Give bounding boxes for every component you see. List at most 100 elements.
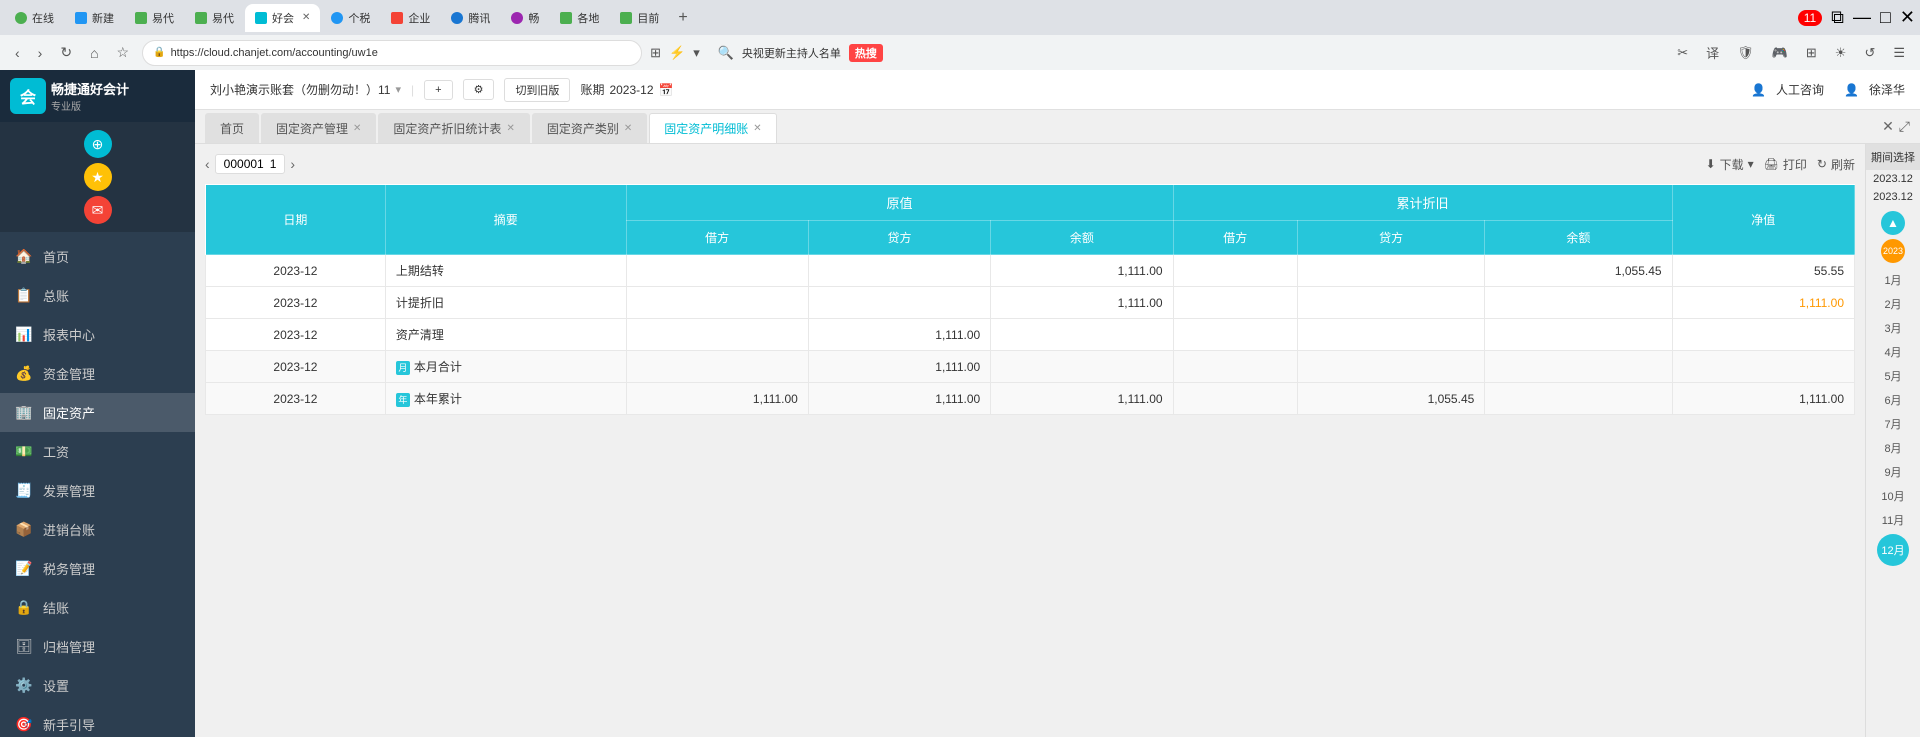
period-month-7[interactable]: 7月 [1866,412,1920,436]
tab-collapse-btn[interactable]: ✕ [1882,118,1894,135]
browser-tab-qiye[interactable]: 企业 [381,4,440,32]
sidebar-item-settings[interactable]: ⚙️ 设置 [0,666,195,705]
support-text[interactable]: 人工咨询 [1776,81,1824,98]
bookmark-button[interactable]: ☆ [112,42,135,63]
tab-detail-ledger[interactable]: 固定资产明细账 ✕ [649,113,776,143]
sidebar-item-tax[interactable]: 📝 税务管理 [0,549,195,588]
brightness-icon[interactable]: ☀ [1830,43,1852,63]
dropdown-arrow[interactable]: ▾ [395,83,401,96]
sidebar-label-settings: 设置 [43,676,69,695]
browser-tab-muqian[interactable]: 目前 [610,4,669,32]
home-button[interactable]: ⌂ [85,43,103,63]
tab-detail-ledger-close[interactable]: ✕ [753,123,761,134]
period-selector: 账期 2023-12 📅 [580,81,673,98]
add-account-btn[interactable]: + [424,80,452,100]
tab-category[interactable]: 固定资产类别 ✕ [532,113,647,143]
menu-icon[interactable]: ☰ [1888,43,1910,63]
sidebar-item-archive[interactable]: 🗄 归档管理 [0,627,195,666]
year-tag-btn[interactable]: 2023 [1881,239,1905,263]
sidebar-item-salary[interactable]: 💵 工资 [0,432,195,471]
browser-tab-tengxun[interactable]: 腾讯 [441,4,500,32]
period-month-1[interactable]: 1月 [1866,268,1920,292]
sidebar-item-fund[interactable]: 💰 资金管理 [0,354,195,393]
settings-btn[interactable]: ⚙ [463,79,495,100]
ledger-icon: 📋 [15,287,33,305]
sidebar-item-close-period[interactable]: 🔒 结账 [0,588,195,627]
tab-expand-btn[interactable]: ⤢ [1899,118,1910,135]
history-icon[interactable]: ↺ [1859,43,1880,63]
pager-page: 1 [270,157,277,171]
switch-version-btn[interactable]: 切到旧版 [504,78,570,102]
col-orig-debit-header: 借方 [626,221,808,255]
sidebar-item-invoice[interactable]: 🧾 发票管理 [0,471,195,510]
maximize-btn[interactable]: □ [1880,7,1891,28]
browser-tab-yidai2[interactable]: 易代 [185,4,244,32]
cell-orig-balance [991,319,1173,351]
scroll-up-btn[interactable]: ▲ [1881,211,1905,235]
extensions-icon[interactable]: ⊞ [650,45,661,61]
browser-tab-yidai1[interactable]: 易代 [125,4,184,32]
period-month-8[interactable]: 8月 [1866,436,1920,460]
dropdown-icon[interactable]: ▾ [693,45,700,61]
quick-action-home[interactable]: ⊕ [84,130,112,158]
tab-depreciation[interactable]: 固定资产折旧统计表 ✕ [378,113,529,143]
hot-search-badge[interactable]: 热搜 [849,44,883,62]
browser-tab-active[interactable]: 好会 ✕ [245,4,320,32]
search-area: 🔍 央视更新主持人名单 热搜 [718,44,883,62]
sidebar-item-home[interactable]: 🏠 首页 [0,237,195,276]
tab-fixed-mgmt[interactable]: 固定资产管理 ✕ [261,113,376,143]
period-month-6[interactable]: 6月 [1866,388,1920,412]
scissors-icon[interactable]: ✂ [1672,43,1693,63]
browser-tab-gedi[interactable]: 各地 [550,4,609,32]
tab-fixed-mgmt-close[interactable]: ✕ [353,123,361,134]
grid-icon[interactable]: ⊞ [1801,43,1822,63]
period-year2[interactable]: 2023.12 [1866,188,1920,206]
restore-btn[interactable]: ⧉ [1831,7,1844,28]
back-button[interactable]: ‹ [10,43,25,63]
forward-button[interactable]: › [33,43,48,63]
quick-action-mail[interactable]: ✉ [84,196,112,224]
gamepad-icon[interactable]: 🎮 [1767,43,1793,63]
main-content-wrapper: 刘小艳演示账套（勿删勿动！）11 ▾ | + ⚙ 切到旧版 账期 2023-12… [195,70,1920,737]
close-window-btn[interactable]: ✕ [1900,7,1915,28]
download-btn[interactable]: ⬇ 下载 ▾ [1706,156,1754,173]
translate-icon[interactable]: 译 [1701,41,1724,64]
sidebar-label-guide: 新手引导 [43,715,95,734]
sidebar-label-home: 首页 [43,247,69,266]
sidebar-item-guide[interactable]: 🎯 新手引导 [0,705,195,737]
prev-page-btn[interactable]: ‹ [205,156,210,172]
period-year1[interactable]: 2023.12 [1866,170,1920,188]
lightning-icon[interactable]: ⚡ [669,45,685,61]
browser-tab-close[interactable]: ✕ [302,12,310,23]
sidebar-item-reports[interactable]: 📊 报表中心 [0,315,195,354]
tab-depreciation-close[interactable]: ✕ [506,123,514,134]
period-month-4[interactable]: 4月 [1866,340,1920,364]
period-month-9[interactable]: 9月 [1866,460,1920,484]
print-btn[interactable]: 🖨 打印 [1764,156,1807,173]
period-label: 账期 [580,81,604,98]
quick-action-star[interactable]: ★ [84,163,112,191]
period-month-10[interactable]: 10月 [1866,484,1920,508]
period-month-12[interactable]: 12月 [1877,534,1909,566]
browser-tab-geshui[interactable]: 个税 [321,4,380,32]
browser-tab-chang[interactable]: 畅 [501,4,549,32]
sidebar-item-general-ledger[interactable]: 📋 总账 [0,276,195,315]
minimize-btn[interactable]: — [1853,7,1871,28]
period-month-5[interactable]: 5月 [1866,364,1920,388]
sidebar-item-inventory[interactable]: 📦 进销台账 [0,510,195,549]
address-bar[interactable]: 🔒 https://cloud.chanjet.com/accounting/u… [142,40,642,66]
browser-tab-online[interactable]: 在线 [5,4,64,32]
tab-home[interactable]: 首页 [205,113,259,143]
next-page-btn[interactable]: › [290,156,295,172]
new-tab-button[interactable]: + [670,9,695,27]
cell-orig-debit: 1,111.00 [626,383,808,415]
period-month-3[interactable]: 3月 [1866,316,1920,340]
browser-tab-new[interactable]: 新建 [65,4,124,32]
refresh-button[interactable]: ↻ [55,42,77,63]
sidebar-item-fixed-assets[interactable]: 🏢 固定资产 [0,393,195,432]
shield-icon[interactable]: 🛡 [1732,43,1759,63]
period-month-2[interactable]: 2月 [1866,292,1920,316]
refresh-btn[interactable]: ↻ 刷新 [1817,156,1855,173]
tab-category-close[interactable]: ✕ [624,123,632,134]
period-month-11[interactable]: 11月 [1866,508,1920,532]
